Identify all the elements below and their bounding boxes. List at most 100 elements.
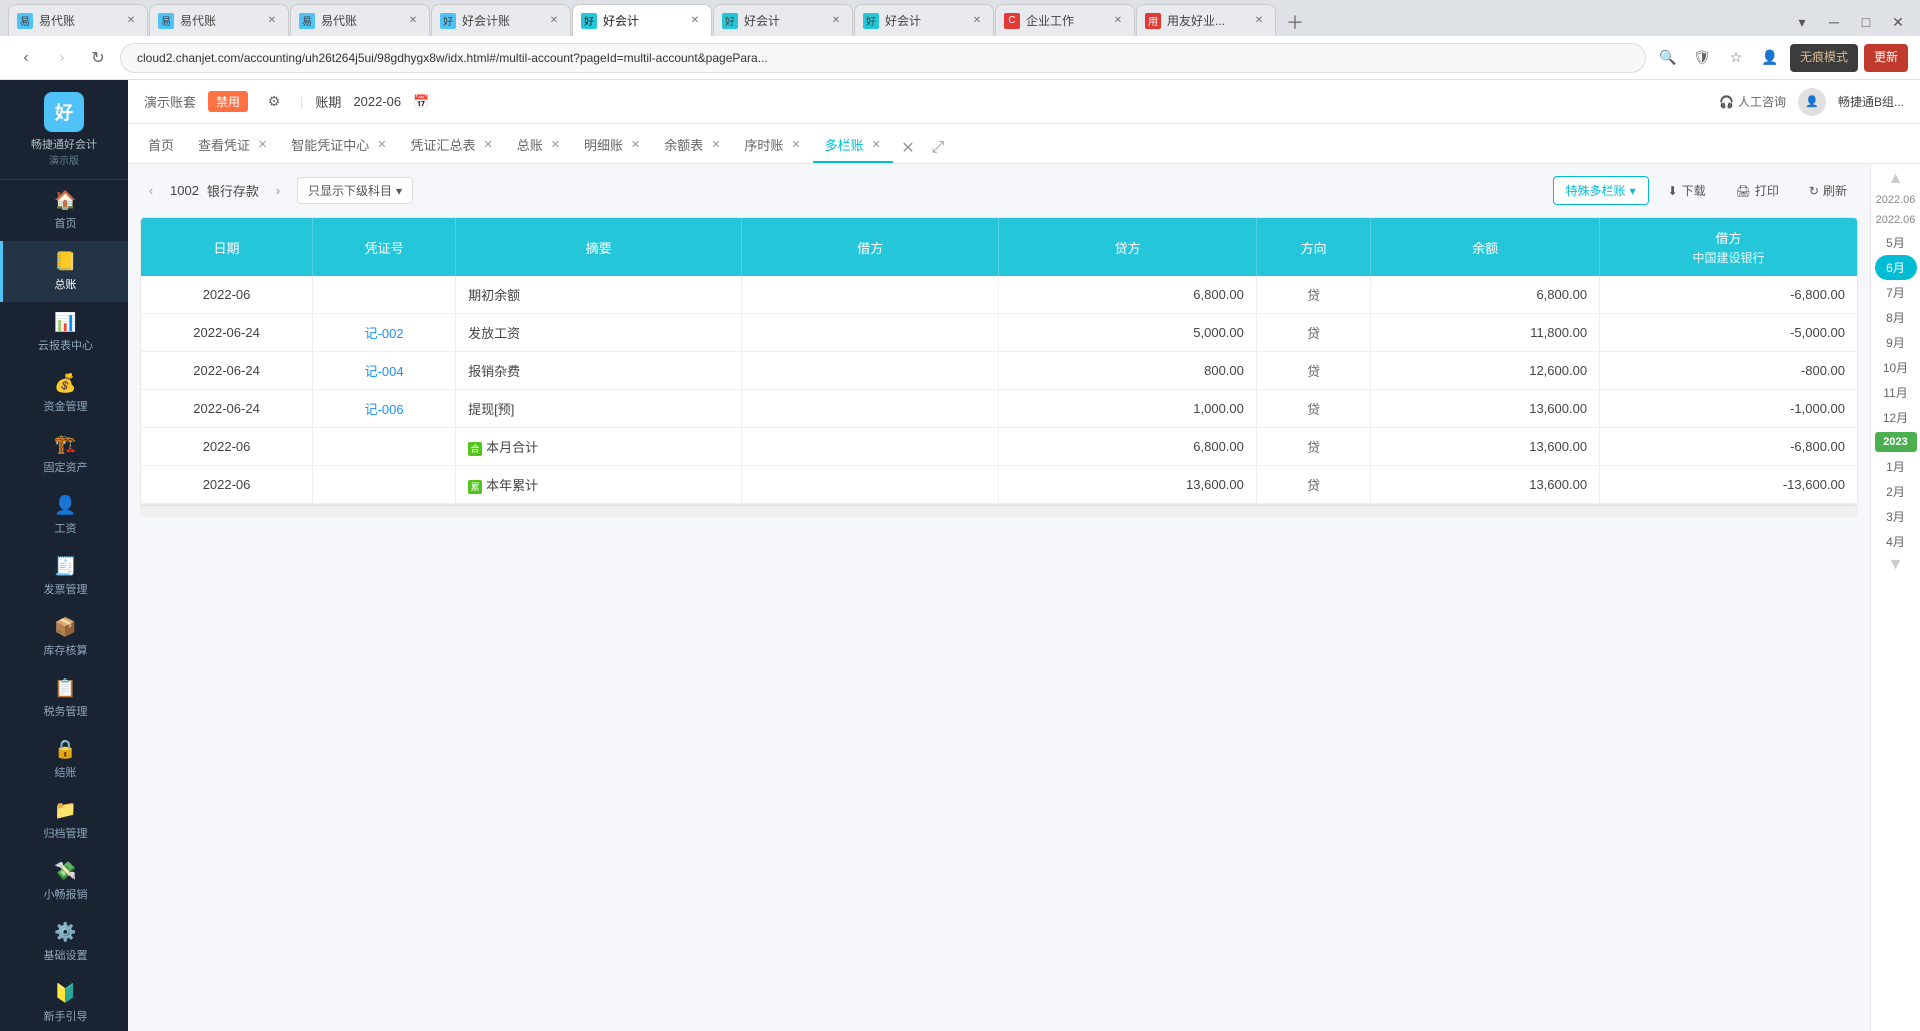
page-tab-summary[interactable]: 凭证汇总表 ✕	[398, 127, 504, 163]
tab-close-8[interactable]: ✕	[1110, 13, 1126, 29]
timeline-scroll-up[interactable]: ▲	[1888, 170, 1904, 188]
sidebar-item-guide[interactable]: 🔰 新手引导	[0, 973, 128, 1031]
tab-close-1[interactable]: ✕	[123, 13, 139, 29]
tab-close-4[interactable]: ✕	[546, 13, 562, 29]
expand-panel-button[interactable]: ⤢	[923, 133, 953, 163]
minimize-button[interactable]: ─	[1820, 8, 1848, 36]
sidebar-item-closing[interactable]: 🔒 结账	[0, 729, 128, 790]
sidebar-item-home[interactable]: 🏠 首页	[0, 180, 128, 241]
timeline-month-oct[interactable]: 10月	[1875, 355, 1917, 380]
sidebar-item-archive[interactable]: 📁 归档管理	[0, 790, 128, 851]
tab-close-7[interactable]: ✕	[969, 13, 985, 29]
update-button[interactable]: 更新	[1864, 44, 1908, 72]
sidebar-item-funds[interactable]: 💰 资金管理	[0, 363, 128, 424]
next-account-button[interactable]: ›	[267, 180, 289, 202]
timeline-month-sep[interactable]: 9月	[1875, 330, 1917, 355]
browser-tab-5[interactable]: 好 好会计 ✕	[572, 4, 712, 36]
page-tab-general-close[interactable]: ✕	[551, 138, 560, 151]
special-multi-column-button[interactable]: 特殊多栏账 ▾	[1553, 176, 1649, 205]
page-tab-multicolumn[interactable]: 多栏账 ✕	[813, 127, 893, 163]
page-tab-smart[interactable]: 智能凭证中心 ✕	[279, 127, 398, 163]
profile-icon[interactable]: 👤	[1756, 44, 1784, 72]
sidebar-item-inventory[interactable]: 📦 库存核算	[0, 607, 128, 668]
timeline-month-jan[interactable]: 1月	[1875, 454, 1917, 479]
new-tab-button[interactable]: ＋	[1281, 8, 1309, 36]
page-tab-home[interactable]: 首页	[136, 127, 186, 163]
consult-button[interactable]: 🎧 人工咨询	[1719, 93, 1786, 110]
table-row: 2022-06 合本月合计 6,800.00 贷 13,600.00	[141, 428, 1857, 466]
browser-tab-9[interactable]: 用 用友好业... ✕	[1136, 4, 1276, 36]
cell-direction: 贷	[1256, 276, 1370, 314]
tab-close-9[interactable]: ✕	[1251, 13, 1267, 29]
tab-list-button[interactable]: ▾	[1788, 8, 1816, 36]
sidebar-item-ledger[interactable]: 📒 总账	[0, 241, 128, 302]
browser-tab-7[interactable]: 好 好会计 ✕	[854, 4, 994, 36]
search-icon[interactable]: 🔍	[1654, 44, 1682, 72]
reload-button[interactable]: ↻	[84, 44, 112, 72]
sidebar-item-salary[interactable]: 👤 工资	[0, 485, 128, 546]
timeline-year-2023-badge[interactable]: 2023	[1875, 432, 1917, 452]
timeline-month-june[interactable]: 6月	[1875, 255, 1917, 280]
page-tab-summary-close[interactable]: ✕	[484, 138, 493, 151]
voucher-link[interactable]: 记-004	[365, 364, 404, 379]
page-tab-multicolumn-close[interactable]: ✕	[872, 138, 881, 151]
page-tab-smart-close[interactable]: ✕	[377, 138, 386, 151]
tab-close-5[interactable]: ✕	[687, 13, 703, 29]
address-input[interactable]	[120, 43, 1646, 73]
sidebar-item-tax[interactable]: 📋 税务管理	[0, 668, 128, 729]
horizontal-scrollbar[interactable]	[140, 505, 1858, 517]
shield-icon[interactable]: 🛡	[1688, 44, 1716, 72]
timeline-month-feb[interactable]: 2月	[1875, 479, 1917, 504]
timeline-month-aug[interactable]: 8月	[1875, 305, 1917, 330]
close-window-button[interactable]: ✕	[1884, 8, 1912, 36]
calendar-icon[interactable]: 📅	[413, 94, 429, 110]
page-tab-balance[interactable]: 余额表 ✕	[652, 127, 732, 163]
cell-balance: 11,800.00	[1371, 314, 1600, 352]
page-tab-voucher-close[interactable]: ✕	[258, 138, 267, 151]
browser-tab-1[interactable]: 易 易代账 ✕	[8, 4, 148, 36]
page-tab-journal-close[interactable]: ✕	[791, 138, 800, 151]
timeline-month-dec[interactable]: 12月	[1875, 405, 1917, 430]
show-sub-accounts-button[interactable]: 只显示下级科目 ▾	[297, 177, 413, 204]
voucher-link[interactable]: 记-002	[365, 326, 404, 341]
browser-tab-2[interactable]: 易 易代账 ✕	[149, 4, 289, 36]
ledger-toolbar: ‹ 1002 银行存款 › 只显示下级科目 ▾ 特殊多栏账 ▾	[140, 176, 1858, 205]
tab-close-3[interactable]: ✕	[405, 13, 421, 29]
sidebar-item-settings[interactable]: ⚙️ 基础设置	[0, 912, 128, 973]
prev-account-button[interactable]: ‹	[140, 180, 162, 202]
print-button[interactable]: 🖨 打印	[1725, 176, 1790, 205]
wuhen-mode-button[interactable]: 无痕模式	[1790, 44, 1858, 72]
timeline-month-july[interactable]: 7月	[1875, 280, 1917, 305]
voucher-link[interactable]: 记-006	[365, 402, 404, 417]
timeline-month-may[interactable]: 5月	[1875, 230, 1917, 255]
top-bar: 演示账套 禁用 ⚙ | 账期 2022-06 📅 🎧 人工咨询 👤 畅捷通B组.…	[128, 80, 1920, 124]
browser-tab-4[interactable]: 好 好会计账 ✕	[431, 4, 571, 36]
tab-close-2[interactable]: ✕	[264, 13, 280, 29]
sidebar-item-assets[interactable]: 🏗️ 固定资产	[0, 424, 128, 485]
page-tab-voucher[interactable]: 查看凭证 ✕	[186, 127, 279, 163]
browser-tab-3[interactable]: 易 易代账 ✕	[290, 4, 430, 36]
page-tab-journal[interactable]: 序时账 ✕	[732, 127, 812, 163]
page-tab-detail-close[interactable]: ✕	[631, 138, 640, 151]
browser-tab-8[interactable]: C 企业工作 ✕	[995, 4, 1135, 36]
timeline-month-nov[interactable]: 11月	[1875, 380, 1917, 405]
page-tab-balance-close[interactable]: ✕	[711, 138, 720, 151]
collapse-panel-button[interactable]: ✕	[893, 133, 923, 163]
timeline-month-mar[interactable]: 3月	[1875, 504, 1917, 529]
sidebar-item-invoice[interactable]: 🧾 发票管理	[0, 546, 128, 607]
sidebar-item-reports[interactable]: 📊 云报表中心	[0, 302, 128, 363]
timeline-month-apr[interactable]: 4月	[1875, 529, 1917, 554]
tab-close-6[interactable]: ✕	[828, 13, 844, 29]
page-tab-general[interactable]: 总账 ✕	[505, 127, 572, 163]
topbar-settings-icon[interactable]: ⚙	[260, 88, 288, 116]
page-tab-detail[interactable]: 明细账 ✕	[572, 127, 652, 163]
back-button[interactable]: ‹	[12, 44, 40, 72]
maximize-button[interactable]: □	[1852, 8, 1880, 36]
star-icon[interactable]: ☆	[1722, 44, 1750, 72]
download-button[interactable]: ⬇ 下载	[1657, 176, 1717, 205]
refresh-button[interactable]: ↻ 刷新	[1798, 176, 1858, 205]
browser-tab-6[interactable]: 好 好会计 ✕	[713, 4, 853, 36]
timeline-scroll-down[interactable]: ▼	[1888, 556, 1904, 574]
sidebar-item-expense[interactable]: 💸 小畅报销	[0, 851, 128, 912]
forward-button[interactable]: ›	[48, 44, 76, 72]
